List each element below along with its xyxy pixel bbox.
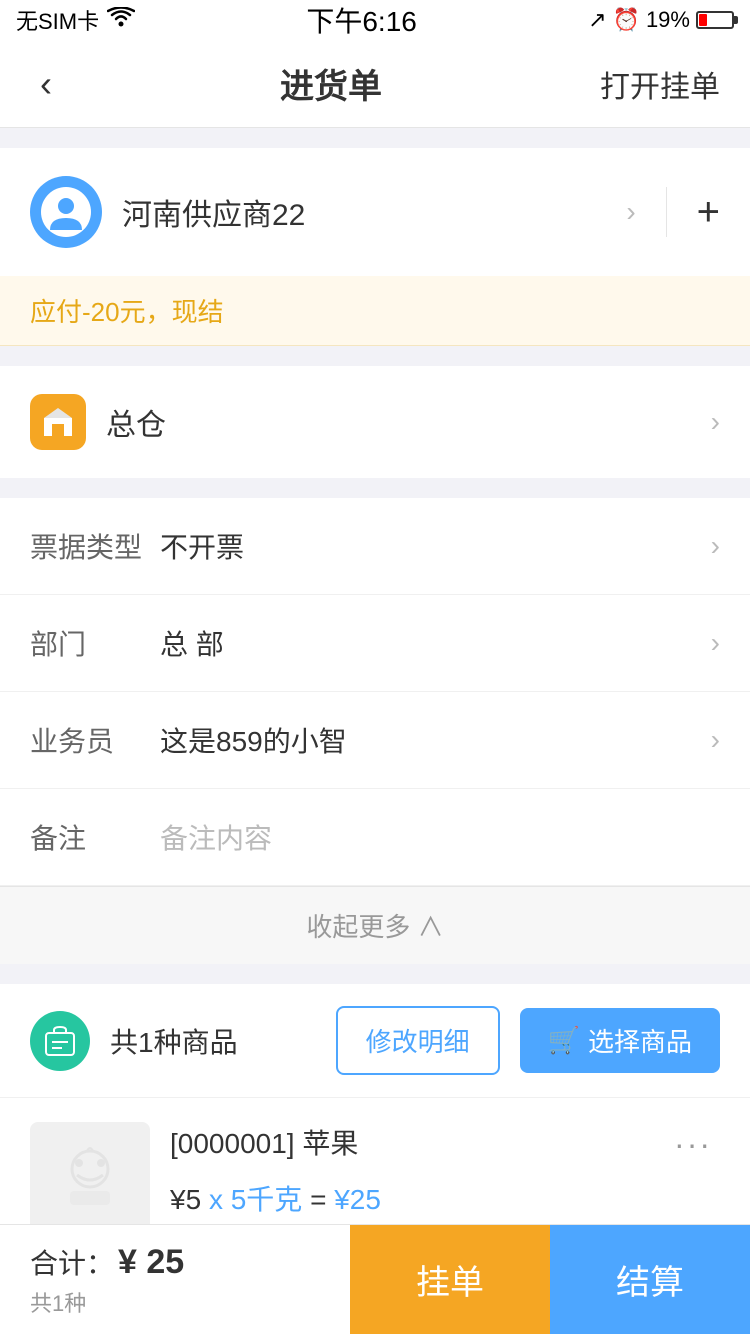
remark-input[interactable]: 备注内容 [160,817,720,857]
checkout-button[interactable]: 结算 [550,1225,750,1334]
salesperson-chevron-icon: › [711,724,720,756]
notice-bar: 应付-20元，现结 [0,276,750,346]
page-title: 进货单 [280,59,382,108]
back-button[interactable]: ‹ [30,53,62,115]
notice-text: 应付-20元，现结 [30,297,224,327]
time-display: 下午6:16 [306,0,417,40]
collapse-label: 收起更多 ∧ [306,912,443,942]
product-name: [0000001] 苹果 [170,1122,646,1162]
warehouse-row[interactable]: 总仓 › [0,366,750,478]
dept-label: 部门 [30,623,160,663]
supplier-avatar [30,176,102,248]
carrier-text: 无SIM卡 [16,4,99,36]
supplier-section: 河南供应商22 › + 应付-20元，现结 [0,148,750,346]
supplier-actions: › + [626,187,720,237]
supplier-row[interactable]: 河南供应商22 › + [0,148,750,276]
avatar-inner [41,187,91,237]
dept-row[interactable]: 部门 总 部 › [0,595,750,692]
cart-icon: 🛒 [548,1025,580,1056]
footer-total: 合计： ¥ 25 共1种 [0,1225,350,1334]
nav-bar: ‹ 进货单 打开挂单 [0,40,750,128]
remark-row[interactable]: 备注 备注内容 [0,789,750,886]
product-info: [0000001] 苹果 ¥5 x 5千克 = ¥25 [170,1122,646,1218]
invoice-label: 票据类型 [30,526,160,566]
dept-value: 总 部 [160,623,711,663]
product-thumb-icon [55,1141,125,1223]
supplier-chevron-icon: › [626,196,635,228]
supplier-name: 河南供应商22 [122,190,626,234]
status-right: 下午6:16 [306,0,417,40]
battery-icon [696,11,734,29]
product-price: ¥5 x 5千克 = ¥25 [170,1178,646,1218]
suspend-button[interactable]: 挂单 [350,1225,550,1334]
product-count-label: 共1种商品 [110,1021,316,1061]
form-section: 票据类型 不开票 › 部门 总 部 › 业务员 这是859的小智 › 备注 备注… [0,498,750,964]
divider [666,187,667,237]
unit-price-text: ¥5 [170,1184,201,1215]
salesperson-value: 这是859的小智 [160,720,711,760]
product-title: 苹果 [302,1128,358,1159]
product-count-icon [30,1011,90,1071]
total-sub: 共1种 [30,1286,320,1318]
warehouse-section: 总仓 › [0,366,750,478]
open-pending-button[interactable]: 打开挂单 [600,62,720,106]
checkout-label: 结算 [616,1255,684,1304]
select-product-label: 选择商品 [588,1022,692,1059]
remark-label: 备注 [30,817,160,857]
edit-detail-button[interactable]: 修改明细 [336,1006,500,1075]
multiply-x: x 5千克 [209,1184,302,1215]
status-left: 无SIM卡 [16,4,135,36]
total-amount: ¥ 25 [118,1243,184,1282]
salesperson-row[interactable]: 业务员 这是859的小智 › [0,692,750,789]
warehouse-name: 总仓 [106,400,711,444]
invoice-row[interactable]: 票据类型 不开票 › [0,498,750,595]
product-code: [0000001] [170,1128,295,1159]
salesperson-label: 业务员 [30,720,160,760]
total-label: 合计： [30,1242,114,1282]
warehouse-chevron-icon: › [711,406,720,438]
status-bar: 无SIM卡 下午6:16 ↗ ⏰ 19% [0,0,750,40]
warehouse-icon [30,394,86,450]
status-icons: ↗ ⏰ 19% [588,7,734,33]
dept-chevron-icon: › [711,627,720,659]
equals-text: = [310,1184,334,1215]
battery-percent: 19% [646,7,690,33]
footer: 合计： ¥ 25 共1种 挂单 结算 [0,1224,750,1334]
invoice-value: 不开票 [160,526,711,566]
total-text: ¥25 [334,1184,381,1215]
suspend-label: 挂单 [416,1255,484,1304]
product-header: 共1种商品 修改明细 🛒 选择商品 [0,984,750,1097]
product-more-button[interactable]: ··· [666,1122,720,1167]
location-icon: ↗ [588,7,606,33]
collapse-bar[interactable]: 收起更多 ∧ [0,886,750,964]
add-supplier-button[interactable]: + [697,192,720,232]
wifi-icon [107,7,135,33]
select-product-button[interactable]: 🛒 选择商品 [520,1008,720,1073]
invoice-chevron-icon: › [711,530,720,562]
alarm-icon: ⏰ [613,7,640,33]
